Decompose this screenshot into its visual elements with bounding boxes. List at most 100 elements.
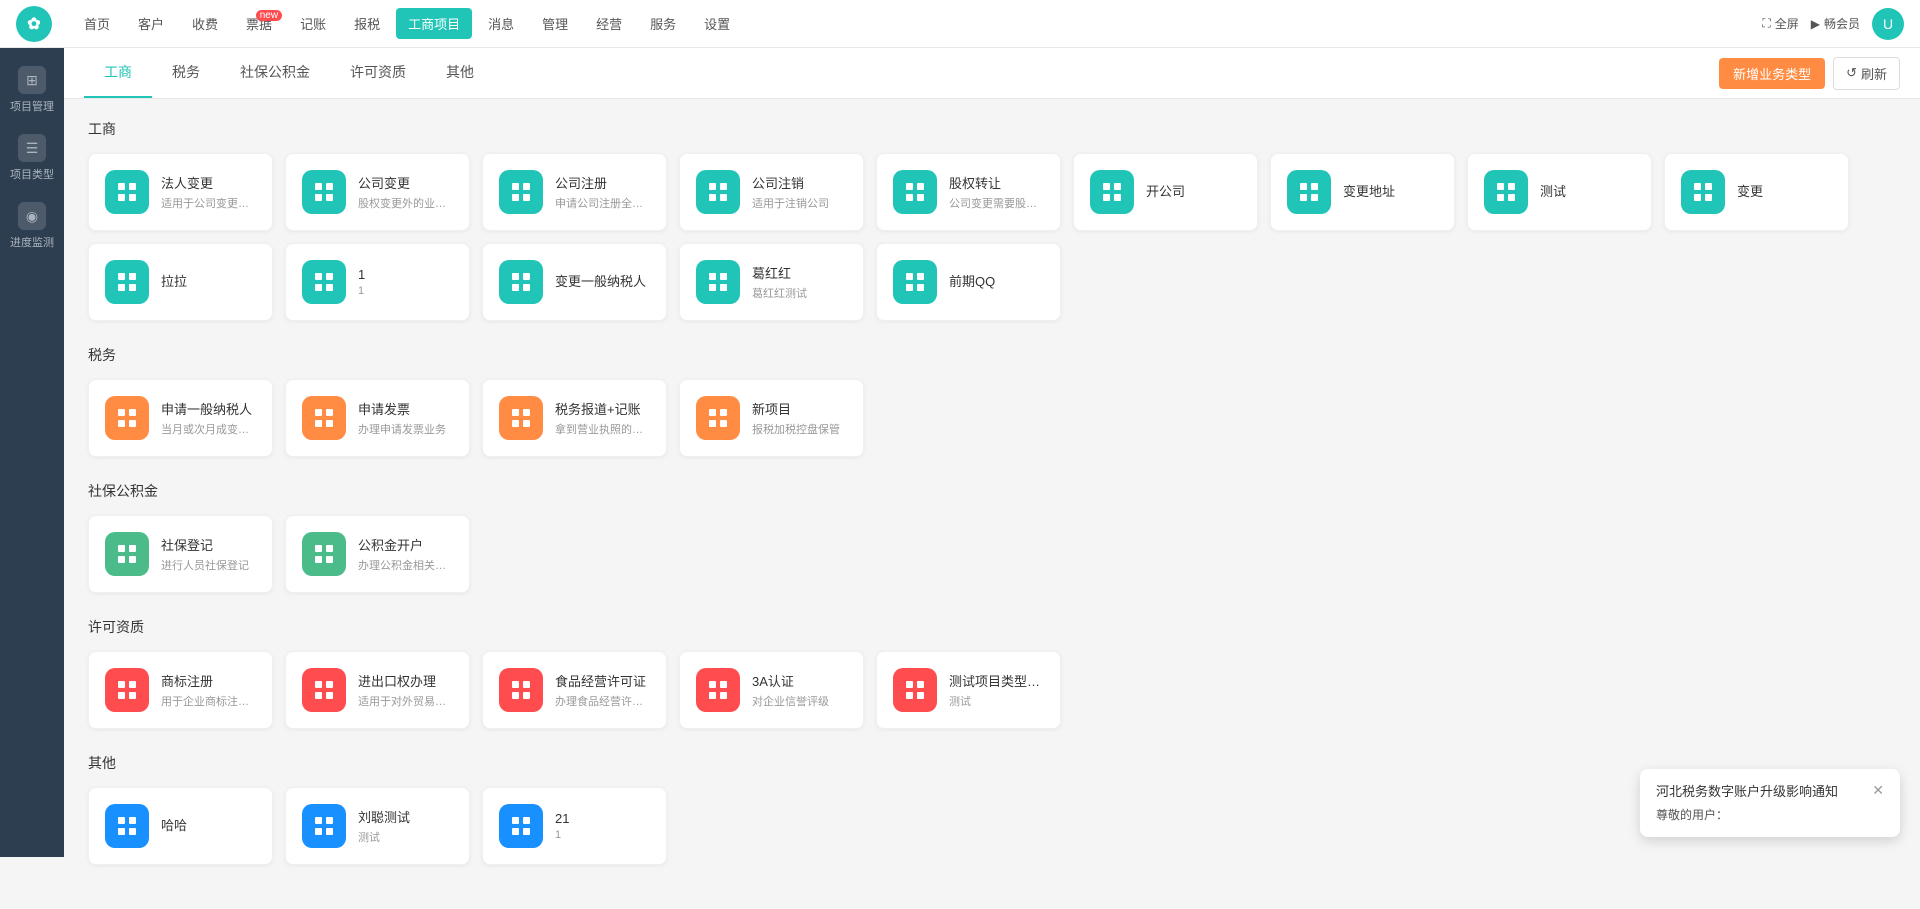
nav-logo[interactable]: ✿	[16, 6, 52, 42]
nav-item-bizproject[interactable]: 工商项目	[396, 8, 472, 39]
card-icon-0-2	[499, 170, 543, 214]
sidebar-item-project-manage[interactable]: ⊞ 项目管理	[0, 56, 64, 124]
card-info-0-11: 变更一般纳税人	[555, 271, 650, 293]
card-info-2-1: 公积金开户办理公积金相关业务	[358, 535, 453, 573]
vip-button[interactable]: ▶ 畅会员	[1811, 15, 1860, 32]
card-1-3[interactable]: 新项目报税加税控盘保管	[679, 379, 864, 457]
card-0-3[interactable]: 公司注销适用于注销公司	[679, 153, 864, 231]
nav-item-client[interactable]: 客户	[126, 8, 176, 39]
new-type-button[interactable]: 新增业务类型	[1719, 58, 1825, 89]
nav-item-service[interactable]: 服务	[638, 8, 688, 39]
nav-item-bookkeeping[interactable]: 记账	[288, 8, 338, 39]
card-icon-0-0	[105, 170, 149, 214]
card-0-9[interactable]: 拉拉	[88, 243, 273, 321]
nav-item-operate[interactable]: 经营	[584, 8, 634, 39]
card-2-1[interactable]: 公积金开户办理公积金相关业务	[285, 515, 470, 593]
card-1-0[interactable]: 申请一般纳税人当月或次月成变更完成	[88, 379, 273, 457]
section-1: 税务 申请一般纳税人当月或次月成变更完成 申请发票办理申请发票业务 税务报道+记…	[88, 345, 1896, 457]
card-3-2[interactable]: 食品经营许可证办理食品经营许可证	[482, 651, 667, 729]
sidebar-item-project-type[interactable]: ☰ 项目类型	[0, 124, 64, 192]
nav-items: 首页 客户 收费 票据 new 记账 报税 工商项目 消息 管理 经营 服务 设…	[72, 8, 1762, 39]
section-4: 其他 哈哈 刘聪测试测试 211	[88, 753, 1896, 865]
section-3: 许可资质 商标注册用于企业商标注册服务 进出口权办理适用于对外贸易经营者 食品经…	[88, 617, 1896, 729]
card-info-0-9: 拉拉	[161, 271, 256, 293]
card-2-0[interactable]: 社保登记进行人员社保登记	[88, 515, 273, 593]
notif-close-button[interactable]: ✕	[1872, 782, 1884, 799]
card-0-12[interactable]: 葛红红葛红红测试	[679, 243, 864, 321]
card-icon-3-1	[302, 668, 346, 712]
card-0-8[interactable]: 变更	[1664, 153, 1849, 231]
card-info-0-6: 变更地址	[1343, 181, 1438, 203]
tab-gongshang[interactable]: 工商	[84, 48, 152, 98]
card-0-5[interactable]: 开公司	[1073, 153, 1258, 231]
card-0-11[interactable]: 变更一般纳税人	[482, 243, 667, 321]
nav-item-tax[interactable]: 报税	[342, 8, 392, 39]
card-desc-2-1: 办理公积金相关业务	[358, 557, 453, 573]
card-desc-4-2: 1	[555, 829, 650, 841]
vip-icon: ▶	[1811, 17, 1820, 31]
card-0-0[interactable]: 法人变更适用于公司变更法人	[88, 153, 273, 231]
refresh-button[interactable]: ↺ 刷新	[1833, 57, 1900, 90]
card-0-10[interactable]: 11	[285, 243, 470, 321]
card-3-4[interactable]: 测试项目类型目定义测试	[876, 651, 1061, 729]
notif-content: 尊敬的用户：	[1656, 806, 1884, 825]
card-4-2[interactable]: 211	[482, 787, 667, 865]
sidebar-item-progress-monitor[interactable]: ◉ 进度监测	[0, 192, 64, 260]
section-2: 社保公积金 社保登记进行人员社保登记 公积金开户办理公积金相关业务	[88, 481, 1896, 593]
card-desc-4-1: 测试	[358, 829, 453, 845]
card-icon-3-4	[893, 668, 937, 712]
nav-item-settings[interactable]: 设置	[692, 8, 742, 39]
card-4-0[interactable]: 哈哈	[88, 787, 273, 865]
fullscreen-button[interactable]: ⛶ 全屏	[1762, 15, 1798, 32]
card-3-0[interactable]: 商标注册用于企业商标注册服务	[88, 651, 273, 729]
card-0-4[interactable]: 股权转让公司变更需要股权转让	[876, 153, 1061, 231]
card-info-1-1: 申请发票办理申请发票业务	[358, 399, 453, 437]
nav-item-home[interactable]: 首页	[72, 8, 122, 39]
tab-xukei[interactable]: 许可资质	[330, 48, 426, 98]
card-info-3-4: 测试项目类型目定义测试	[949, 671, 1044, 709]
card-info-4-0: 哈哈	[161, 815, 256, 837]
card-icon-0-1	[302, 170, 346, 214]
nav-item-manage[interactable]: 管理	[530, 8, 580, 39]
section-title-2: 社保公积金	[88, 481, 1896, 501]
notif-header: 河北税务数字账户升级影响通知 ✕	[1656, 781, 1884, 800]
card-name-0-13: 前期QQ	[949, 271, 1044, 290]
card-icon-0-3	[696, 170, 740, 214]
card-info-3-1: 进出口权办理适用于对外贸易经营者	[358, 671, 453, 709]
card-desc-0-3: 适用于注销公司	[752, 195, 847, 211]
avatar[interactable]: U	[1872, 8, 1904, 40]
card-0-2[interactable]: 公司注册申请公司注册全流程	[482, 153, 667, 231]
nav-item-fee[interactable]: 收费	[180, 8, 230, 39]
card-info-1-3: 新项目报税加税控盘保管	[752, 399, 847, 437]
card-0-6[interactable]: 变更地址	[1270, 153, 1455, 231]
card-name-0-7: 测试	[1540, 181, 1635, 200]
card-info-0-7: 测试	[1540, 181, 1635, 203]
nav-item-message[interactable]: 消息	[476, 8, 526, 39]
card-info-0-4: 股权转让公司变更需要股权转让	[949, 173, 1044, 211]
tab-qita[interactable]: 其他	[426, 48, 494, 98]
card-1-2[interactable]: 税务报道+记账拿到营业执照的新公司	[482, 379, 667, 457]
card-icon-3-3	[696, 668, 740, 712]
card-4-1[interactable]: 刘聪测试测试	[285, 787, 470, 865]
card-desc-3-3: 对企业信誉评级	[752, 693, 847, 709]
nav-item-ticket[interactable]: 票据 new	[234, 8, 284, 39]
tab-shebao[interactable]: 社保公积金	[220, 48, 330, 98]
nav-right: ⛶ 全屏 ▶ 畅会员 U	[1762, 8, 1904, 40]
card-icon-3-0	[105, 668, 149, 712]
card-name-3-2: 食品经营许可证	[555, 671, 650, 690]
card-0-7[interactable]: 测试	[1467, 153, 1652, 231]
card-info-0-10: 11	[358, 267, 453, 297]
card-0-13[interactable]: 前期QQ	[876, 243, 1061, 321]
card-name-0-5: 开公司	[1146, 181, 1241, 200]
card-desc-3-4: 测试	[949, 693, 1044, 709]
card-icon-0-13	[893, 260, 937, 304]
card-1-1[interactable]: 申请发票办理申请发票业务	[285, 379, 470, 457]
card-name-4-1: 刘聪测试	[358, 807, 453, 826]
card-name-0-12: 葛红红	[752, 263, 847, 282]
card-icon-0-9	[105, 260, 149, 304]
tab-shuiwu[interactable]: 税务	[152, 48, 220, 98]
card-desc-0-0: 适用于公司变更法人	[161, 195, 256, 211]
card-0-1[interactable]: 公司变更股权变更外的业务变更	[285, 153, 470, 231]
card-3-1[interactable]: 进出口权办理适用于对外贸易经营者	[285, 651, 470, 729]
card-3-3[interactable]: 3A认证对企业信誉评级	[679, 651, 864, 729]
